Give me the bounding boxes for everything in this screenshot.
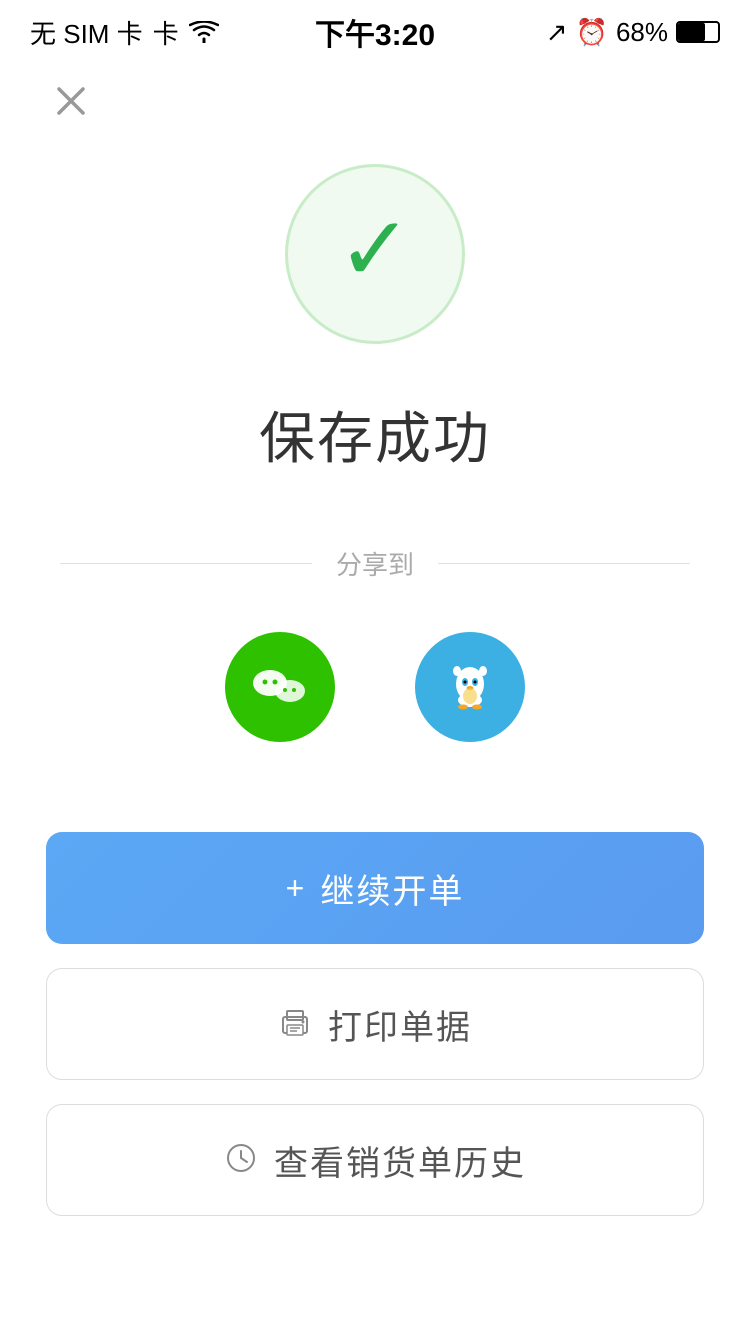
alarm-icon: ⏰: [576, 17, 608, 48]
close-icon: [53, 83, 89, 119]
battery-percent: 68%: [616, 17, 668, 48]
main-content: ✓ 保存成功 分享到: [0, 64, 750, 1216]
location-icon: ↗: [546, 17, 568, 48]
battery-fill: [678, 23, 705, 41]
carrier-text: 无 SIM 卡: [30, 14, 143, 51]
print-button[interactable]: 打印单据: [46, 968, 704, 1080]
checkmark-icon: ✓: [337, 205, 412, 295]
continue-icon: +: [286, 872, 305, 904]
share-qq-button[interactable]: [415, 632, 525, 742]
print-icon: [278, 1005, 312, 1044]
wifi-icon: [189, 21, 219, 43]
continue-label: 继续开单: [320, 864, 464, 913]
battery-bar: [676, 21, 720, 43]
sim-icon: 卡: [153, 14, 179, 51]
close-button[interactable]: [44, 74, 98, 128]
success-circle: ✓: [285, 164, 465, 344]
printer-icon-svg: [278, 1005, 312, 1039]
share-label: 分享到: [312, 545, 438, 582]
status-bar: 无 SIM 卡 卡 下午3:20 ↗ ⏰ 68%: [0, 0, 750, 64]
share-divider: 分享到: [0, 545, 750, 582]
qq-icon: [441, 658, 499, 716]
continue-button[interactable]: + 继续开单: [46, 832, 704, 944]
print-label: 打印单据: [328, 1000, 472, 1049]
status-left: 无 SIM 卡 卡: [30, 14, 219, 51]
divider-line-left: [60, 563, 312, 564]
history-label: 查看销货单历史: [274, 1136, 526, 1185]
divider-line-right: [438, 563, 690, 564]
actions-container: + 继续开单 打印单据: [0, 832, 750, 1216]
clock-icon-svg: [224, 1141, 258, 1175]
wechat-icon: [248, 655, 312, 719]
history-button[interactable]: 查看销货单历史: [46, 1104, 704, 1216]
history-icon: [224, 1141, 258, 1180]
status-time: 下午3:20: [315, 10, 435, 54]
share-icons-row: [225, 632, 525, 742]
success-title: 保存成功: [259, 394, 491, 475]
status-right: ↗ ⏰ 68%: [546, 17, 720, 48]
share-wechat-button[interactable]: [225, 632, 335, 742]
